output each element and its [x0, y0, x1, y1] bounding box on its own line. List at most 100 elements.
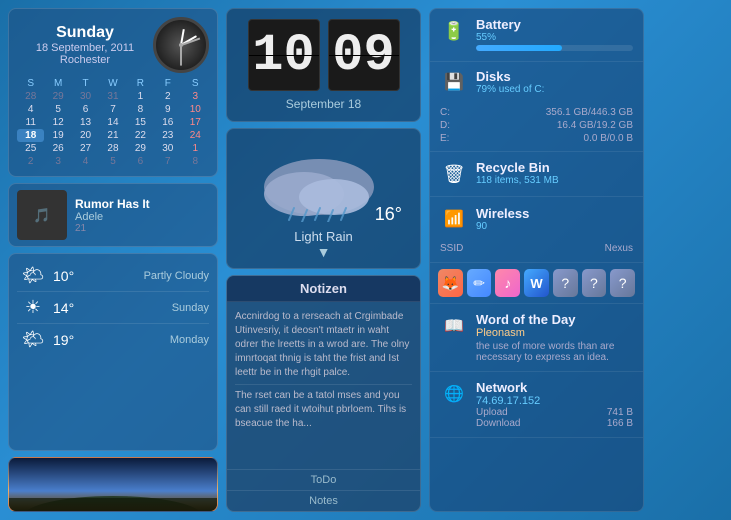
wotd-info: Word of the Day Pleonasm the use of more…	[476, 312, 633, 363]
disk-d-letter: D:	[440, 120, 450, 131]
forecast-label-0: Partly Cloudy	[144, 270, 209, 282]
battery-progress-wrap	[476, 45, 633, 51]
network-download-row: Download 166 B	[476, 418, 633, 429]
recycle-sub: 118 items, 531 MB	[476, 175, 633, 186]
music-widget: 🎵 Rumor Has It Adele 21	[8, 183, 218, 247]
notizen-todo[interactable]: ToDo	[227, 469, 420, 490]
wireless-icon: 📶	[440, 205, 468, 233]
battery-title: Battery	[476, 17, 633, 32]
wotd-word: Pleonasm	[476, 327, 633, 339]
disk-row-c: C: 356.1 GB/446.3 GB	[440, 106, 633, 119]
notizen-body: Accnirdog to a rerseach at Crgimbade Uti…	[227, 302, 420, 469]
notizen-notes[interactable]: Notes	[227, 490, 420, 511]
battery-item: 🔋 Battery 55%	[430, 9, 643, 62]
disks-icon: 💾	[440, 68, 468, 96]
cal-grid: SMTWRFS 28293031123456789101112131415161…	[17, 77, 209, 168]
recycle-info: Recycle Bin 118 items, 531 MB	[476, 160, 633, 186]
disk-row-d: D: 16.4 GB/19.2 GB	[440, 119, 633, 132]
wireless-header: 📶 Wireless 90	[440, 205, 633, 233]
flip-hour: 10	[248, 19, 320, 91]
recycle-item: 🗑 Recycle Bin 118 items, 531 MB	[430, 152, 643, 197]
network-download-val: 166 B	[607, 418, 633, 429]
battery-icon: 🔋	[440, 17, 468, 45]
network-title: Network	[476, 380, 633, 395]
forecast-row-2: 🌤 19° Monday	[17, 324, 209, 355]
recycle-title: Recycle Bin	[476, 160, 633, 175]
flip-minute: 09	[328, 19, 400, 91]
disks-detail: C: 356.1 GB/446.3 GB D: 16.4 GB/19.2 GB …	[440, 106, 633, 145]
network-ip: 74.69.17.152	[476, 395, 633, 407]
date-line: 18 September, 2011	[17, 42, 153, 54]
help3-icon[interactable]: ?	[610, 269, 635, 297]
notizen-divider	[235, 384, 412, 385]
notizen-text1: Accnirdog to a rerseach at Crgimbade Uti…	[235, 310, 412, 380]
music-icon[interactable]: ♪	[495, 269, 520, 297]
network-upload-row: Upload 741 B	[476, 407, 633, 418]
clock-face	[153, 17, 209, 73]
forecast-icon-2: 🌤	[17, 329, 49, 350]
left-panel: Sunday 18 September, 2011 Rochester SMTW…	[8, 8, 218, 512]
disk-e-size: 0.0 B/0.0 B	[584, 133, 633, 144]
notizen-widget: Notizen Accnirdog to a rerseach at Crgim…	[226, 275, 421, 512]
wireless-ssid-row: SSID Nexus	[440, 243, 633, 254]
forecast-row-0: 🌤 10° Partly Cloudy	[17, 260, 209, 292]
forecast-temp-0: 10°	[53, 268, 144, 284]
wireless-signal: 90	[476, 221, 529, 232]
disk-c-size: 356.1 GB/446.3 GB	[546, 107, 633, 118]
network-upload-val: 741 B	[607, 407, 633, 418]
forecast-row-1: ☀ 14° Sunday	[17, 292, 209, 324]
disks-sub: 79% used of C:	[476, 84, 544, 95]
network-info: Network 74.69.17.152 Upload 741 B Downlo…	[476, 380, 633, 429]
app-icons-row: 🦊 ✏ ♪ W ? ? ?	[430, 263, 643, 304]
right-panel: 🔋 Battery 55% 💾 Disks 79% used of C: C: …	[429, 8, 644, 512]
disks-item: 💾 Disks 79% used of C: C: 356.1 GB/446.3…	[430, 62, 643, 152]
network-item: 🌐 Network 74.69.17.152 Upload 741 B Down…	[430, 372, 643, 438]
help1-icon[interactable]: ?	[553, 269, 578, 297]
notizen-title: Notizen	[227, 276, 420, 302]
weather-arrow-icon: ▼	[235, 244, 412, 260]
wireless-ssid-label: SSID	[440, 243, 463, 254]
disk-d-size: 16.4 GB/19.2 GB	[557, 120, 633, 131]
city: Rochester	[17, 54, 153, 66]
flip-clock: 10 09 September 18	[226, 8, 421, 122]
firefox-icon[interactable]: 🦊	[438, 269, 463, 297]
disk-row-e: E: 0.0 B/0.0 B	[440, 132, 633, 145]
cal-title: Sunday 18 September, 2011 Rochester	[17, 24, 153, 66]
calendar-widget: Sunday 18 September, 2011 Rochester SMTW…	[8, 8, 218, 177]
forecast-icon-1: ☀	[17, 297, 49, 318]
disks-title: Disks	[476, 69, 544, 84]
word-icon[interactable]: W	[524, 269, 549, 297]
forecast-temp-1: 14°	[53, 300, 172, 316]
wotd-icon: 📖	[440, 312, 468, 340]
edit-icon[interactable]: ✏	[467, 269, 492, 297]
landscape-thumbnail	[8, 457, 218, 512]
flip-digits: 10 09	[237, 19, 410, 91]
network-upload-label: Upload	[476, 407, 508, 418]
artist-name: Adele	[75, 211, 150, 223]
forecast-label-2: Monday	[170, 334, 209, 346]
weather-label: Light Rain	[235, 229, 412, 244]
help2-icon[interactable]: ?	[582, 269, 607, 297]
forecast-label-1: Sunday	[172, 302, 209, 314]
network-download-label: Download	[476, 418, 520, 429]
mid-panel: 10 09 September 18 16° Light Rain ▼	[226, 8, 421, 512]
battery-info: Battery 55%	[476, 17, 633, 53]
day-name: Sunday	[17, 24, 153, 42]
music-info: Rumor Has It Adele 21	[75, 197, 150, 234]
disk-c-letter: C:	[440, 107, 450, 118]
weather-widget: 16° Light Rain ▼	[226, 128, 421, 269]
battery-percent: 55%	[476, 32, 633, 43]
notizen-text2: The rset can be a tatol mses and you can…	[235, 389, 412, 431]
weather-temp: 16°	[375, 204, 402, 225]
battery-progress-fill	[476, 45, 562, 51]
disks-header: 💾 Disks 79% used of C:	[440, 68, 633, 96]
wotd-desc: the use of more words than are necessary…	[476, 341, 633, 363]
cal-header: Sunday 18 September, 2011 Rochester	[17, 17, 209, 73]
flip-date: September 18	[237, 97, 410, 111]
forecast-widget: 🌤 10° Partly Cloudy ☀ 14° Sunday 🌤 19° M…	[8, 253, 218, 451]
wireless-ssid-value: Nexus	[605, 243, 633, 254]
forecast-temp-2: 19°	[53, 332, 170, 348]
wotd-item: 📖 Word of the Day Pleonasm the use of mo…	[430, 304, 643, 372]
wireless-title: Wireless	[476, 206, 529, 221]
recycle-icon: 🗑	[440, 160, 468, 188]
